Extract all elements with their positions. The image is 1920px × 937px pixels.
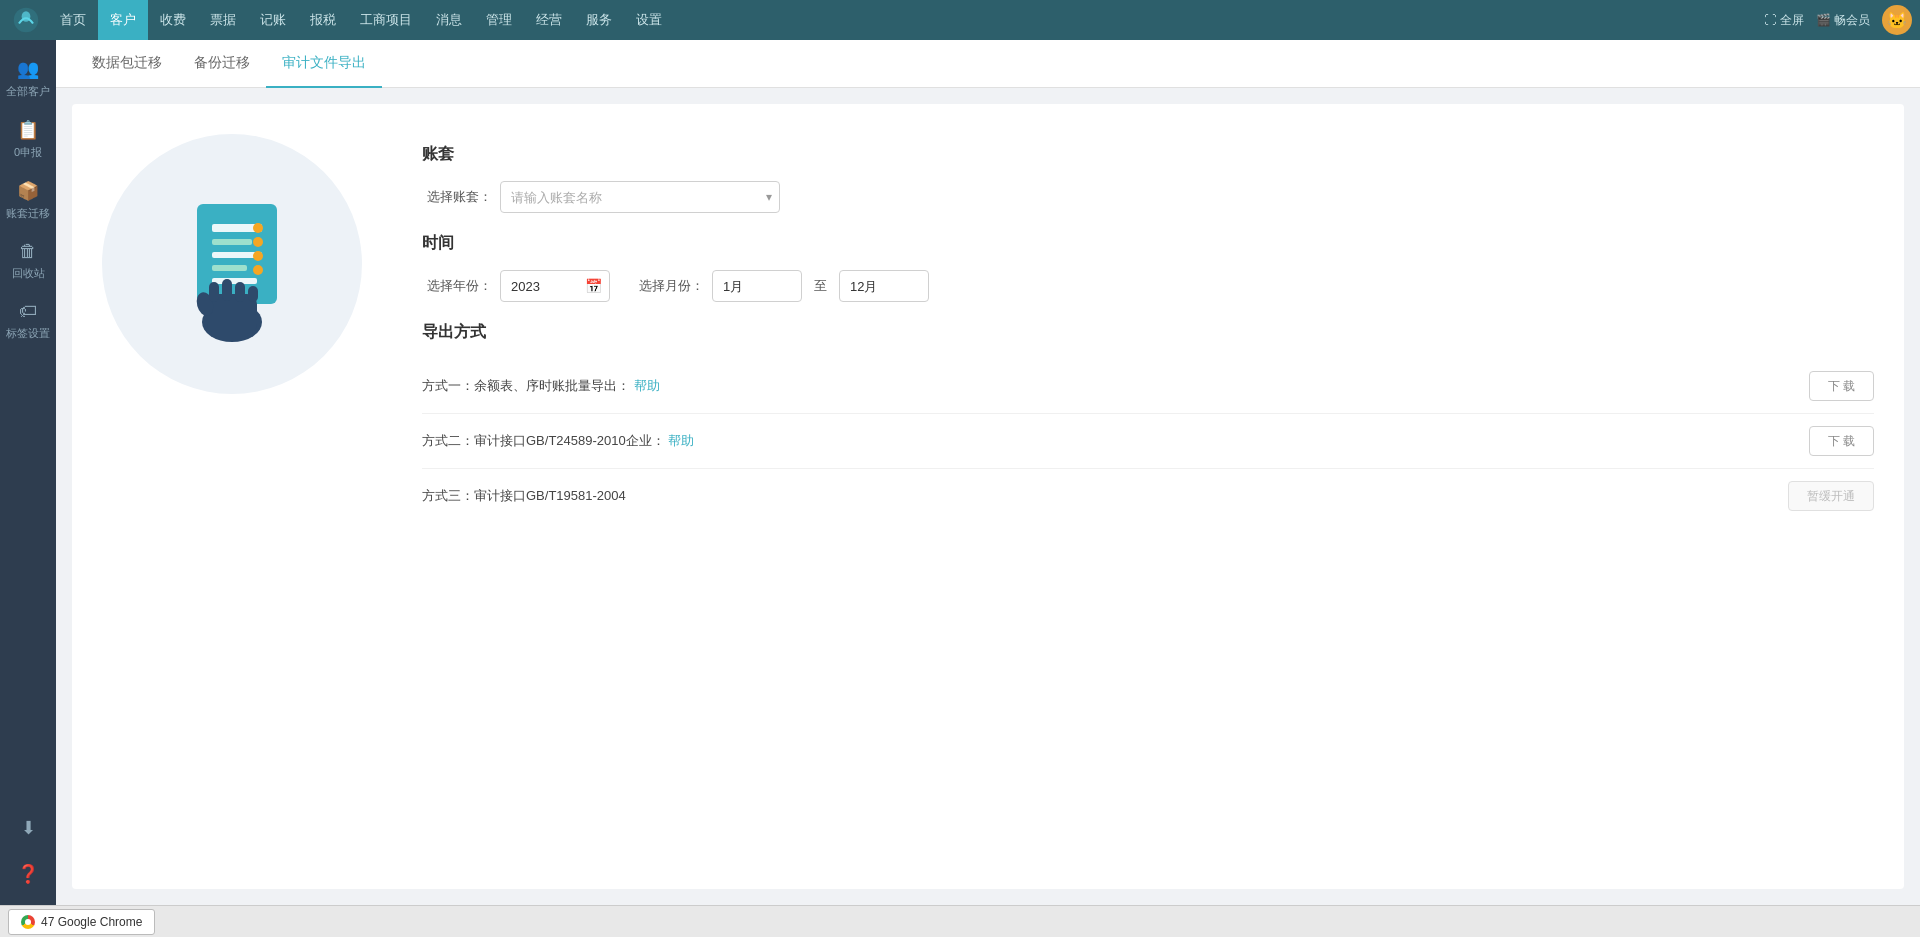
- page-content: 账套 选择账套： ▾ 时间 选择年份： 📅: [72, 104, 1904, 889]
- export-label-3: 方式三：审计接口GB/T19581-2004: [422, 487, 626, 505]
- nav-service[interactable]: 服务: [574, 0, 624, 40]
- account-section-title: 账套: [422, 144, 1874, 165]
- start-month-select[interactable]: 1月2月3月4月 5月6月7月8月 9月10月11月12月: [712, 270, 802, 302]
- sidebar-item-tag-settings[interactable]: 🏷 标签设置: [0, 291, 56, 351]
- form-container: 账套 选择账套： ▾ 时间 选择年份： 📅: [102, 134, 1874, 523]
- chrome-icon: [21, 915, 35, 929]
- account-input[interactable]: [500, 181, 780, 213]
- export-row-1: 方式一：余额表、序时账批量导出： 帮助 下 载: [422, 359, 1874, 414]
- nav-customer[interactable]: 客户: [98, 0, 148, 40]
- download-btn-1[interactable]: 下 载: [1809, 371, 1874, 401]
- export-label-2: 方式二：审计接口GB/T24589-2010企业： 帮助: [422, 432, 694, 450]
- help-link-1[interactable]: 帮助: [634, 378, 660, 393]
- month-label: 选择月份：: [634, 277, 704, 295]
- tab-bar: 数据包迁移 备份迁移 审计文件导出: [56, 40, 1920, 88]
- svg-point-1: [22, 11, 31, 22]
- end-month-select[interactable]: 1月2月3月4月 5月6月7月8月 9月10月11月12月: [839, 270, 929, 302]
- customers-icon: 👥: [17, 58, 39, 80]
- end-month-wrap: 1月2月3月4月 5月6月7月8月 9月10月11月12月: [839, 270, 929, 302]
- nav-home[interactable]: 首页: [48, 0, 98, 40]
- sidebar-item-label: 账套迁移: [6, 206, 50, 221]
- sidebar-item-label: 回收站: [12, 266, 45, 281]
- svg-point-10: [253, 251, 263, 261]
- account-input-wrap: ▾: [500, 181, 780, 213]
- fullscreen-btn[interactable]: ⛶ 全屏: [1764, 12, 1803, 29]
- tab-data-migration[interactable]: 数据包迁移: [76, 40, 178, 88]
- form-right: 账套 选择账套： ▾ 时间 选择年份： 📅: [422, 134, 1874, 523]
- svg-rect-18: [248, 286, 258, 302]
- account-row: 选择账套： ▾: [422, 181, 1874, 213]
- help-link-2[interactable]: 帮助: [668, 433, 694, 448]
- nav-business[interactable]: 工商项目: [348, 0, 424, 40]
- svg-rect-4: [212, 239, 252, 245]
- sidebar-item-account-migration[interactable]: 📦 账套迁移: [0, 170, 56, 231]
- time-section-title: 时间: [422, 233, 1874, 254]
- taskbar-chrome[interactable]: 47 Google Chrome: [8, 909, 155, 935]
- nav-settings[interactable]: 设置: [624, 0, 674, 40]
- year-input[interactable]: [500, 270, 610, 302]
- time-row: 选择年份： 📅 选择月份： 1月2月3月4月 5月6月7月8月 9月10月11月…: [422, 270, 1874, 302]
- sidebar: 👥 全部客户 📋 0申报 📦 账套迁移 🗑 回收站 🏷 标签设置 ⬇ ❓: [0, 40, 56, 905]
- taskbar: 47 Google Chrome: [0, 905, 1920, 937]
- svg-rect-15: [209, 282, 219, 302]
- to-text: 至: [810, 277, 831, 295]
- sidebar-item-all-customers[interactable]: 👥 全部客户: [0, 48, 56, 109]
- taskbar-item-label: 47 Google Chrome: [41, 915, 142, 929]
- svg-rect-16: [222, 279, 232, 301]
- svg-rect-17: [235, 282, 245, 302]
- sidebar-item-zero-filing[interactable]: 📋 0申报: [0, 109, 56, 170]
- main-layout: 👥 全部客户 📋 0申报 📦 账套迁移 🗑 回收站 🏷 标签设置 ⬇ ❓ 数据包…: [0, 40, 1920, 905]
- sidebar-item-recycle[interactable]: 🗑 回收站: [0, 231, 56, 291]
- nav-items: 首页 客户 收费 票据 记账 报税 工商项目 消息 管理 经营 服务 设置: [48, 0, 1764, 40]
- export-row-3: 方式三：审计接口GB/T19581-2004 暂缓开通: [422, 469, 1874, 523]
- year-label: 选择年份：: [422, 277, 492, 295]
- nav-message[interactable]: 消息: [424, 0, 474, 40]
- svg-rect-7: [212, 278, 257, 284]
- migration-icon: 📦: [17, 180, 39, 202]
- svg-point-8: [253, 223, 263, 233]
- nav-bookkeeping[interactable]: 记账: [248, 0, 298, 40]
- coming-soon-btn: 暂缓开通: [1788, 481, 1874, 511]
- top-navigation: 首页 客户 收费 票据 记账 报税 工商项目 消息 管理 经营 服务 设置 ⛶ …: [0, 0, 1920, 40]
- nav-management[interactable]: 管理: [474, 0, 524, 40]
- sidebar-item-label: 标签设置: [6, 326, 50, 341]
- export-row-2: 方式二：审计接口GB/T24589-2010企业： 帮助 下 载: [422, 414, 1874, 469]
- app-logo: [8, 2, 44, 38]
- tab-backup-migration[interactable]: 备份迁移: [178, 40, 266, 88]
- sidebar-download-btn[interactable]: ⬇: [0, 809, 56, 847]
- sidebar-help-btn[interactable]: ❓: [0, 855, 56, 893]
- content-area: 数据包迁移 备份迁移 审计文件导出: [56, 40, 1920, 905]
- svg-point-9: [253, 237, 263, 247]
- nav-operation[interactable]: 经营: [524, 0, 574, 40]
- account-label: 选择账套：: [422, 188, 492, 206]
- export-section: 方式一：余额表、序时账批量导出： 帮助 下 载 方式二：审计接口GB/T2458…: [422, 359, 1874, 523]
- user-avatar[interactable]: 🐱: [1882, 5, 1912, 35]
- download-btn-2[interactable]: 下 载: [1809, 426, 1874, 456]
- tag-icon: 🏷: [19, 301, 37, 322]
- export-label-1: 方式一：余额表、序时账批量导出： 帮助: [422, 377, 660, 395]
- recycle-icon: 🗑: [19, 241, 37, 262]
- svg-point-11: [253, 265, 263, 275]
- sidebar-item-label: 0申报: [14, 145, 42, 160]
- start-month-wrap: 1月2月3月4月 5月6月7月8月 9月10月11月12月: [712, 270, 802, 302]
- top-nav-right: ⛶ 全屏 🎬 畅会员 🐱: [1764, 5, 1912, 35]
- sidebar-bottom: ⬇ ❓: [0, 809, 56, 905]
- nav-billing[interactable]: 收费: [148, 0, 198, 40]
- nav-tax[interactable]: 报税: [298, 0, 348, 40]
- filing-icon: 📋: [17, 119, 39, 141]
- year-input-wrap: 📅: [500, 270, 610, 302]
- tab-audit-export[interactable]: 审计文件导出: [266, 40, 382, 88]
- export-section-title: 导出方式: [422, 322, 1874, 343]
- member-btn[interactable]: 🎬 畅会员: [1816, 12, 1870, 29]
- sidebar-item-label: 全部客户: [6, 84, 50, 99]
- svg-rect-6: [212, 265, 247, 271]
- illustration: [102, 134, 362, 394]
- nav-invoice[interactable]: 票据: [198, 0, 248, 40]
